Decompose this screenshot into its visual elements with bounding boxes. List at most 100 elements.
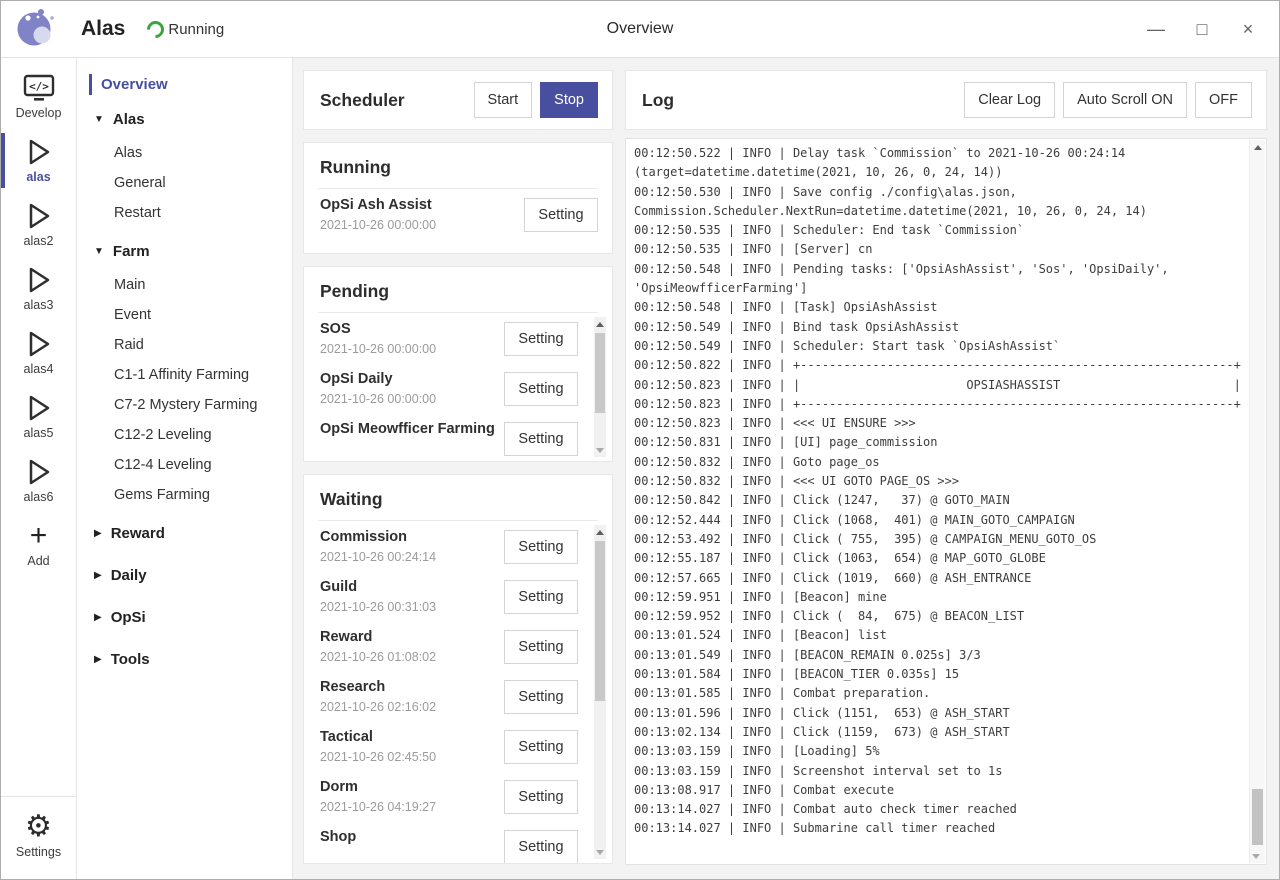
scroll-up-icon[interactable] bbox=[594, 317, 606, 331]
sidebar-instance-alas3[interactable]: alas3 bbox=[1, 258, 76, 319]
task-setting-button[interactable]: Setting bbox=[504, 680, 578, 714]
log-line: 00:13:03.159 | INFO | [Loading] 5% bbox=[634, 742, 1245, 761]
task-setting-button[interactable]: Setting bbox=[504, 830, 578, 863]
scrollbar-thumb[interactable] bbox=[595, 333, 605, 413]
nav-item-main[interactable]: Main bbox=[77, 270, 292, 300]
nav-group-reward[interactable]: ▶Reward bbox=[77, 515, 292, 552]
sidebar-item-settings[interactable]: ⚙ Settings bbox=[1, 805, 76, 866]
nav-item-c7-2-mystery-farming[interactable]: C7-2 Mystery Farming bbox=[77, 390, 292, 420]
sidebar-instance-alas5[interactable]: alas5 bbox=[1, 386, 76, 447]
nav-group-tools[interactable]: ▶Tools bbox=[77, 641, 292, 678]
nav-item-c12-2-leveling[interactable]: C12-2 Leveling bbox=[77, 420, 292, 450]
svg-text:</>: </> bbox=[29, 80, 49, 93]
task-setting-button[interactable]: Setting bbox=[504, 422, 578, 456]
sidebar-instance-alas6[interactable]: alas6 bbox=[1, 450, 76, 511]
log-line: 00:12:50.823 | INFO | | OPSIASHASSIST | bbox=[634, 376, 1245, 395]
log-text: 00:12:50.522 | INFO | Delay task `Commis… bbox=[626, 139, 1249, 864]
nav-item-gems-farming[interactable]: Gems Farming bbox=[77, 480, 292, 510]
play-icon bbox=[24, 200, 54, 232]
task-row: OpSi Daily2021-10-26 00:00:00Setting bbox=[320, 365, 582, 415]
task-name: Tactical bbox=[320, 728, 496, 747]
task-setting-button[interactable]: Setting bbox=[504, 372, 578, 406]
nav-item-c12-4-leveling[interactable]: C12-4 Leveling bbox=[77, 450, 292, 480]
log-output[interactable]: 00:12:50.522 | INFO | Delay task `Commis… bbox=[625, 138, 1267, 865]
autoscroll-on-button[interactable]: Auto Scroll ON bbox=[1063, 82, 1187, 118]
close-button[interactable]: × bbox=[1225, 1, 1271, 57]
log-line: 00:12:50.549 | INFO | Bind task OpsiAshA… bbox=[634, 318, 1245, 337]
task-time: 2021-10-26 00:24:14 bbox=[320, 550, 496, 564]
task-setting-button[interactable]: Setting bbox=[504, 630, 578, 664]
log-line: 00:13:01.585 | INFO | Combat preparation… bbox=[634, 684, 1245, 703]
page-title: Overview bbox=[607, 20, 674, 38]
scroll-up-icon[interactable] bbox=[594, 525, 606, 539]
scroll-down-icon[interactable] bbox=[1250, 154, 1265, 168]
task-setting-button[interactable]: Setting bbox=[524, 198, 598, 232]
task-setting-button[interactable]: Setting bbox=[504, 530, 578, 564]
log-line: Commission.Scheduler.NextRun=datetime.da… bbox=[634, 202, 1245, 221]
nav-item-raid[interactable]: Raid bbox=[77, 330, 292, 360]
log-scrollbar[interactable] bbox=[1249, 140, 1265, 863]
task-setting-button[interactable]: Setting bbox=[504, 580, 578, 614]
task-setting-button[interactable]: Setting bbox=[504, 322, 578, 356]
log-line: 00:12:50.832 | INFO | Goto page_os bbox=[634, 453, 1245, 472]
nav-group-opsi[interactable]: ▶OpSi bbox=[77, 599, 292, 636]
nav-group-farm[interactable]: ▼Farm bbox=[77, 233, 292, 270]
task-row: Research 2021-10-26 02:16:02 Setting bbox=[320, 673, 582, 723]
task-time: 2021-10-26 00:00:00 bbox=[320, 218, 516, 232]
play-icon bbox=[24, 136, 54, 168]
app-title: Alas bbox=[81, 17, 125, 41]
log-line: 00:13:01.549 | INFO | [BEACON_REMAIN 0.0… bbox=[634, 646, 1245, 665]
nav-item-overview[interactable]: Overview bbox=[89, 74, 292, 95]
waiting-scrollbar[interactable] bbox=[594, 525, 606, 859]
task-row: OpSi Ash Assist 2021-10-26 00:00:00 Settin… bbox=[320, 191, 612, 241]
clear-log-button[interactable]: Clear Log bbox=[964, 82, 1055, 118]
sidebar-item-develop[interactable]: </> Develop bbox=[1, 66, 76, 127]
log-line: 00:12:50.831 | INFO | [UI] page_commissi… bbox=[634, 433, 1245, 452]
task-time: 2021-10-26 02:16:02 bbox=[320, 700, 496, 714]
nav-item-event[interactable]: Event bbox=[77, 300, 292, 330]
nav-item-alas[interactable]: Alas bbox=[77, 138, 292, 168]
task-name: Research bbox=[320, 678, 496, 697]
scrollbar-thumb[interactable] bbox=[595, 541, 605, 701]
start-button[interactable]: Start bbox=[474, 82, 533, 118]
log-panel-header: Log Clear Log Auto Scroll ON OFF bbox=[625, 70, 1267, 130]
play-icon bbox=[24, 392, 54, 424]
log-line: 00:13:03.159 | INFO | Screenshot interva… bbox=[634, 762, 1245, 781]
task-time: 2021-10-26 00:00:00 bbox=[320, 392, 496, 406]
task-setting-button[interactable]: Setting bbox=[504, 780, 578, 814]
pending-scrollbar[interactable] bbox=[594, 317, 606, 457]
log-line: 00:12:55.187 | INFO | Click (1063, 654) … bbox=[634, 549, 1245, 568]
task-row: Reward2021-10-26 01:08:02Setting bbox=[320, 623, 582, 673]
autoscroll-off-button[interactable]: OFF bbox=[1195, 82, 1252, 118]
scroll-up-icon[interactable] bbox=[1250, 140, 1265, 154]
minimize-button[interactable]: — bbox=[1133, 1, 1179, 57]
task-row: Guild2021-10-26 00:31:03Setting bbox=[320, 573, 582, 623]
task-setting-button[interactable]: Setting bbox=[504, 730, 578, 764]
scheduler-status: Running bbox=[147, 21, 224, 38]
chevron-down-icon: ▼ bbox=[94, 246, 104, 257]
sidebar-instance-alas[interactable]: alas bbox=[1, 130, 76, 191]
nav-item-restart[interactable]: Restart bbox=[77, 198, 292, 228]
sidebar-instance-label: alas5 bbox=[24, 426, 54, 440]
nav-group-label: Daily bbox=[111, 567, 147, 584]
maximize-button[interactable]: □ bbox=[1179, 1, 1225, 57]
sidebar-instance-alas4[interactable]: alas4 bbox=[1, 322, 76, 383]
stop-button[interactable]: Stop bbox=[540, 82, 598, 118]
scrollbar-thumb[interactable] bbox=[1252, 789, 1263, 845]
running-panel: Running OpSi Ash Assist2021-10-26 00:00:… bbox=[303, 142, 613, 254]
nav-item-general[interactable]: General bbox=[77, 168, 292, 198]
nav-group-alas[interactable]: ▼Alas bbox=[77, 101, 292, 138]
log-line: 00:12:59.952 | INFO | Click ( 84, 675) @… bbox=[634, 607, 1245, 626]
log-line: 00:13:01.596 | INFO | Click (1151, 653) … bbox=[634, 704, 1245, 723]
task-name: Dorm bbox=[320, 778, 496, 797]
task-name: OpSi Ash Assist bbox=[320, 196, 516, 215]
sidebar-instance-alas2[interactable]: alas2 bbox=[1, 194, 76, 255]
task-name: Shop bbox=[320, 828, 496, 847]
task-time: 2021-10-26 04:19:27 bbox=[320, 800, 496, 814]
running-spinner-icon bbox=[144, 17, 168, 41]
task-time: 2021-10-26 02:45:50 bbox=[320, 750, 496, 764]
nav-group-label: Reward bbox=[111, 525, 165, 542]
sidebar-item-add[interactable]: + Add bbox=[1, 514, 76, 575]
nav-group-daily[interactable]: ▶Daily bbox=[77, 557, 292, 594]
nav-item-c1-1-affinity-farming[interactable]: C1-1 Affinity Farming bbox=[77, 360, 292, 390]
